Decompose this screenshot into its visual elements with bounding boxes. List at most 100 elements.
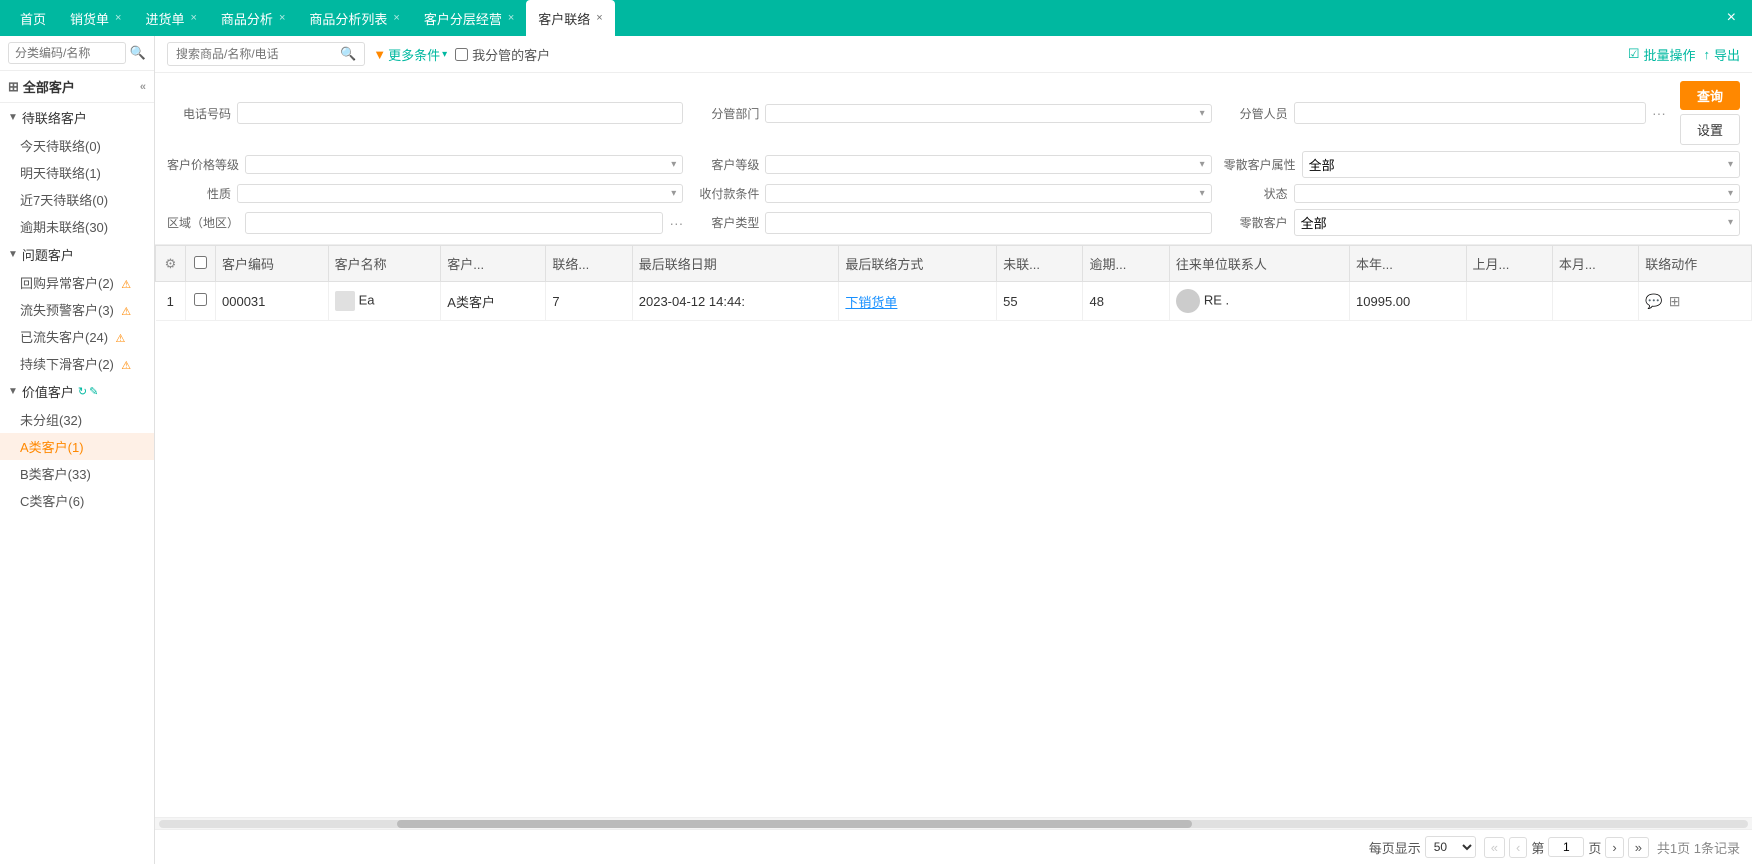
sidebar-item-today[interactable]: 今天待联络(0) [0, 132, 154, 159]
per-page-select[interactable]: 50 100 200 [1425, 836, 1476, 858]
customer-type-input[interactable] [765, 212, 1211, 234]
row-last-date: 2023-04-12 14:44: [632, 282, 839, 321]
close-purchase-tab[interactable]: × [190, 12, 196, 24]
region-input[interactable] [245, 212, 663, 234]
row-contact-count: 7 [546, 282, 632, 321]
pending-contact-group[interactable]: ▼ 待联络客户 [0, 103, 154, 132]
edit-group-icon[interactable]: ✎ [89, 385, 98, 398]
sidebar-item-tomorrow[interactable]: 明天待联络(1) [0, 159, 154, 186]
problem-customer-group[interactable]: ▼ 问题客户 [0, 240, 154, 269]
row-no: 1 [156, 282, 186, 321]
export-btn[interactable]: ↑ 导出 [1703, 45, 1740, 64]
sidebar-item-7days[interactable]: 近7天待联络(0) [0, 186, 154, 213]
sidebar-collapse-btn[interactable]: « [140, 81, 146, 93]
my-customers-check[interactable] [455, 48, 468, 61]
close-customer-tier-tab[interactable]: × [508, 12, 514, 24]
region-more-icon[interactable]: ··· [669, 215, 683, 231]
col-name: 客户名称 [328, 246, 441, 282]
close-product-tab[interactable]: × [279, 12, 285, 24]
select-all-checkbox[interactable] [194, 256, 207, 269]
refresh-icon[interactable]: ↻ [78, 385, 87, 398]
row-overdue: 48 [1083, 282, 1169, 321]
more-conditions-btn[interactable]: ▼ 更多条件 ▾ [373, 45, 447, 64]
sidebar-search-input[interactable] [8, 42, 126, 64]
col-gear[interactable]: ⚙ [156, 246, 186, 282]
dept-select[interactable]: ▾ [765, 104, 1211, 123]
sidebar-item-class-c[interactable]: C类客户(6) [0, 487, 154, 514]
sidebar-item-churned[interactable]: 已流失客户(24) ⚠ [0, 323, 154, 350]
sidebar-item-overdue[interactable]: 逾期未联络(30) [0, 213, 154, 240]
query-button[interactable]: 查询 [1680, 81, 1740, 110]
col-code: 客户编码 [216, 246, 329, 282]
row-last-method[interactable]: 下销货单 [839, 282, 997, 321]
row-code: 000031 [216, 282, 329, 321]
prev-page-btn[interactable]: ‹ [1509, 837, 1527, 858]
nature-select[interactable]: ▾ [237, 184, 683, 203]
nav-purchase[interactable]: 进货单 × [133, 0, 208, 36]
filter-row-price-level: 客户价格等级 ▾ [167, 151, 683, 178]
col-last-method: 最后联络方式 [839, 246, 997, 282]
customer-table: ⚙ 客户编码 客户名称 客户... [155, 245, 1752, 321]
close-sales-tab[interactable]: × [115, 12, 121, 24]
level-arrow-icon: ▾ [1200, 159, 1205, 170]
sidebar-item-unclassified[interactable]: 未分组(32) [0, 406, 154, 433]
nature-label: 性质 [167, 185, 231, 202]
nav-customer-contact[interactable]: 客户联络 × [526, 0, 614, 36]
customer-level-label: 客户等级 [695, 156, 759, 173]
nature-arrow-icon: ▾ [671, 188, 676, 199]
price-level-select[interactable]: ▾ [245, 155, 683, 174]
value-customer-group[interactable]: ▼ 价值客户 ↻ ✎ [0, 377, 154, 406]
row-uncontact: 55 [997, 282, 1083, 321]
phone-input[interactable] [237, 102, 683, 124]
next-page-btn[interactable]: › [1605, 837, 1623, 858]
row-checkbox-cell[interactable] [186, 282, 216, 321]
nav-sales[interactable]: 销货单 × [58, 0, 133, 36]
payment-select[interactable]: ▾ [765, 184, 1211, 203]
my-customers-checkbox[interactable]: 我分管的客户 [455, 45, 550, 64]
advanced-filter: 电话号码 分管部门 ▾ 分管人员 ··· 查询 设置 [155, 73, 1752, 245]
message-icon[interactable]: 💬 [1645, 293, 1662, 310]
check-square-icon: ☑ [1628, 46, 1640, 62]
sidebar-item-repurchase[interactable]: 回购异常客户(2) ⚠ [0, 269, 154, 296]
filter-search-input[interactable] [176, 47, 336, 61]
last-page-btn[interactable]: » [1628, 837, 1649, 858]
filter-bar: 🔍 ▼ 更多条件 ▾ 我分管的客户 ☑ 批量操作 ↑ 导出 [155, 36, 1752, 73]
all-customers-header[interactable]: ⊞ 全部客户 « [0, 71, 154, 103]
dept-arrow-icon: ▾ [1200, 108, 1205, 119]
person-more-icon[interactable]: ··· [1652, 105, 1666, 121]
page-input[interactable] [1548, 837, 1584, 857]
col-checkbox[interactable] [186, 246, 216, 282]
qrcode-icon[interactable]: ⊞ [1669, 293, 1681, 310]
row-last-month [1466, 282, 1552, 321]
person-label: 分管人员 [1224, 105, 1288, 122]
person-input[interactable] [1294, 102, 1646, 124]
settings-button[interactable]: 设置 [1680, 114, 1740, 145]
scattered-attr-select[interactable]: 全部 ▾ [1302, 151, 1740, 178]
close-product-list-tab[interactable]: × [393, 12, 399, 24]
horizontal-scrollbar[interactable] [155, 817, 1752, 829]
nav-product-list[interactable]: 商品分析列表 × [297, 0, 411, 36]
last-method-link[interactable]: 下销货单 [845, 295, 897, 310]
batch-ops-btn[interactable]: ☑ 批量操作 [1628, 45, 1696, 64]
nav-product-analysis[interactable]: 商品分析 × [209, 0, 297, 36]
row-checkbox[interactable] [194, 293, 207, 306]
status-select[interactable]: ▾ [1294, 184, 1740, 203]
customer-level-select[interactable]: ▾ [765, 155, 1211, 174]
nav-customer-tier[interactable]: 客户分层经营 × [412, 0, 526, 36]
col-type: 客户... [441, 246, 546, 282]
filter-search-icon[interactable]: 🔍 [340, 46, 356, 62]
table-gear-icon[interactable]: ⚙ [165, 256, 177, 271]
sidebar-item-declining[interactable]: 持续下滑客户(2) ⚠ [0, 350, 154, 377]
contact-avatar [1176, 289, 1200, 313]
scattered-select[interactable]: 全部 ▾ [1294, 209, 1740, 236]
first-page-btn[interactable]: « [1484, 837, 1505, 858]
filter-row-phone: 电话号码 [167, 81, 683, 145]
sidebar-item-class-b[interactable]: B类客户(33) [0, 460, 154, 487]
close-customer-contact-tab[interactable]: × [596, 12, 602, 24]
sidebar-item-class-a[interactable]: A类客户(1) [0, 433, 154, 460]
sidebar-item-churn-risk[interactable]: 流失预警客户(3) ⚠ [0, 296, 154, 323]
nav-home[interactable]: 首页 [8, 0, 58, 36]
h-scroll-thumb[interactable] [397, 820, 1192, 828]
close-window-btn[interactable]: × [1719, 9, 1744, 27]
sidebar-search-icon[interactable]: 🔍 [130, 45, 146, 61]
